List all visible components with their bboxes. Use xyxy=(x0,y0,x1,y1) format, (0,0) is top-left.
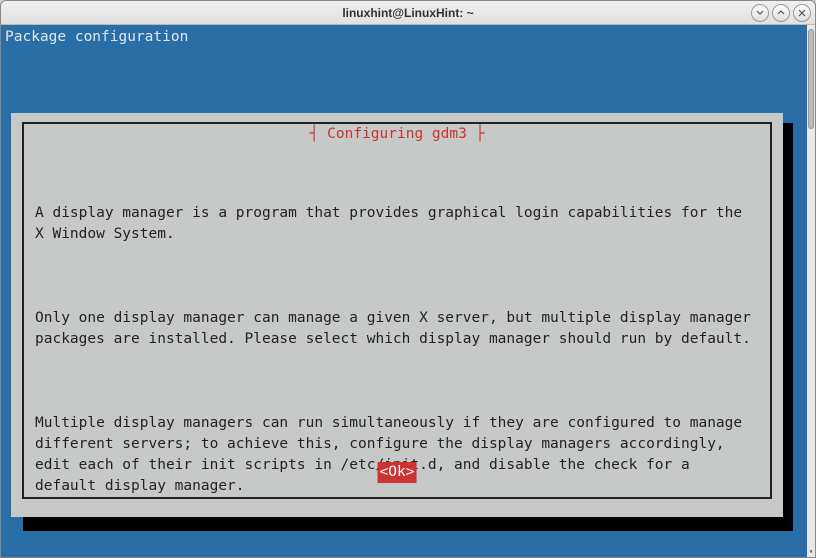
scrollbar[interactable]: ▾ xyxy=(807,25,815,557)
page-header: Package configuration xyxy=(1,25,807,50)
app-window: linuxhint@LinuxHint: ~ Package configura… xyxy=(0,0,816,558)
config-dialog: ┤ Configuring gdm3 ├ A display manager i… xyxy=(11,113,783,517)
terminal-area: Package configuration ┤ Configuring gdm3… xyxy=(1,25,815,557)
maximize-button[interactable] xyxy=(772,4,790,22)
dialog-paragraph-2: Only one display manager can manage a gi… xyxy=(35,308,759,350)
window-controls xyxy=(751,4,811,22)
dialog-title: ┤ Configuring gdm3 ├ xyxy=(304,124,491,145)
dialog-paragraph-3: Multiple display managers can run simult… xyxy=(35,413,759,497)
chevron-up-icon xyxy=(776,8,786,18)
window-title: linuxhint@LinuxHint: ~ xyxy=(342,6,473,20)
terminal-inner: Package configuration ┤ Configuring gdm3… xyxy=(1,25,807,557)
scrollbar-down-icon[interactable]: ▾ xyxy=(807,547,815,557)
minimize-button[interactable] xyxy=(751,4,769,22)
ok-button[interactable]: <Ok> xyxy=(378,462,417,483)
dialog-body: A display manager is a program that prov… xyxy=(35,161,759,557)
titlebar: linuxhint@LinuxHint: ~ xyxy=(1,1,815,25)
scrollbar-thumb[interactable] xyxy=(808,29,814,129)
close-button[interactable] xyxy=(793,4,811,22)
chevron-down-icon xyxy=(755,8,765,18)
dialog-paragraph-1: A display manager is a program that prov… xyxy=(35,203,759,245)
dialog-title-text: Configuring gdm3 xyxy=(327,126,467,142)
close-icon xyxy=(797,8,807,18)
